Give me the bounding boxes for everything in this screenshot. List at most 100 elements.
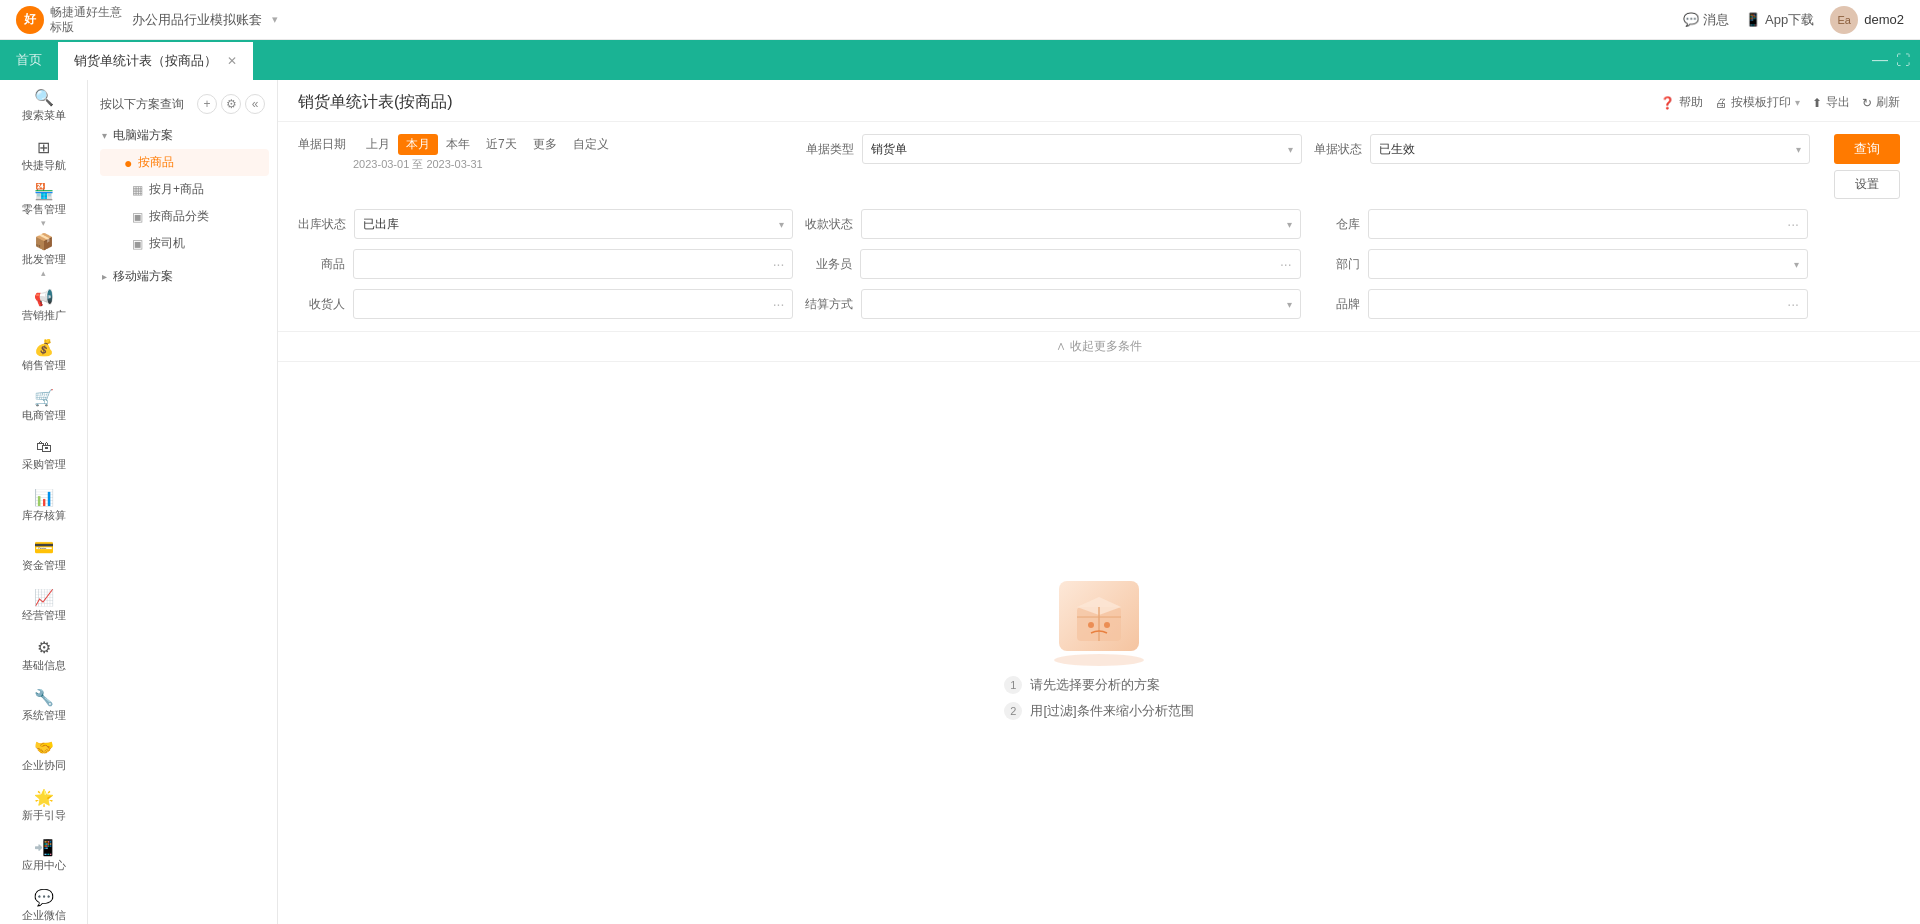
warehouse-out-control[interactable]: 已出库 ▾: [354, 209, 793, 239]
user-profile[interactable]: Ea demo2: [1830, 6, 1904, 34]
sidebar-system-label: 系统管理: [22, 709, 66, 722]
panel-title: 按以下方案查询: [100, 96, 184, 113]
sidebar-item-newbie[interactable]: 🌟 新手引导: [0, 780, 87, 830]
sidebar-search[interactable]: 🔍 搜索菜单: [0, 80, 87, 130]
payment-control[interactable]: ▾: [861, 289, 1300, 319]
sub-child-product-category[interactable]: ▣ 按商品分类: [96, 203, 269, 230]
top-header: 好 畅捷通好生意 标版 办公用品行业模拟账套 ▾ 💬 消息 📱 App下载 Ea…: [0, 0, 1920, 40]
collapse-label: ∧ 收起更多条件: [1056, 339, 1141, 353]
doc-status-control[interactable]: 已生效 ▾: [1370, 134, 1810, 164]
industry-label[interactable]: 办公用品行业模拟账套: [132, 11, 262, 29]
sub-child-driver[interactable]: ▣ 按司机: [96, 230, 269, 257]
filter-row-1-fields: 单据日期 上月 本月 本年 近7天 更多 自定义: [298, 134, 1810, 172]
help-button[interactable]: ❓ 帮助: [1660, 94, 1703, 111]
goods-dots: ···: [773, 256, 785, 272]
tree-parent-desktop[interactable]: ▾ 电脑端方案: [96, 122, 269, 149]
template-print-button[interactable]: 🖨 按模板打印 ▾: [1715, 94, 1800, 111]
sales-icon: 💰: [34, 338, 54, 357]
sidebar-item-retail[interactable]: 🏪 零售管理 ▾: [0, 180, 87, 230]
sidebar-item-system[interactable]: 🔧 系统管理: [0, 680, 87, 730]
sidebar-item-wholesale[interactable]: 📦 批发管理 ▴: [0, 230, 87, 280]
warehouse-control[interactable]: ···: [1368, 209, 1808, 239]
tree-child-by-product[interactable]: ● 按商品: [100, 149, 269, 176]
tree-parent-mobile[interactable]: ▸ 移动端方案: [96, 263, 269, 290]
header-left: 好 畅捷通好生意 标版 办公用品行业模拟账套 ▾: [16, 5, 278, 34]
logo-icon: 好: [16, 6, 44, 34]
content-area: 按以下方案查询 + ⚙ « ▾ 电脑端方案: [88, 80, 1920, 924]
panel-add-btn[interactable]: +: [197, 94, 217, 114]
maximize-icon[interactable]: ⛶: [1896, 52, 1910, 68]
message-label: 消息: [1703, 11, 1729, 29]
sidebar-item-purchase[interactable]: 🛍 采购管理: [0, 430, 87, 480]
filter-warehouse-out-field: 出库状态 已出库 ▾: [298, 209, 793, 239]
sidebar-item-ecom[interactable]: 🛒 电商管理: [0, 380, 87, 430]
app-download-button[interactable]: 📱 App下载: [1745, 11, 1814, 29]
department-control[interactable]: ▾: [1368, 249, 1808, 279]
sidebar-item-basic[interactable]: ⚙ 基础信息: [0, 630, 87, 680]
salesman-control[interactable]: ···: [860, 249, 1300, 279]
logo-area: 好 畅捷通好生意 标版: [16, 5, 122, 34]
purchase-icon: 🛍: [36, 438, 52, 456]
corp-icon: 🤝: [34, 738, 54, 757]
sidebar-item-apps[interactable]: 📲 应用中心: [0, 830, 87, 880]
date-tab-7days[interactable]: 近7天: [478, 134, 525, 155]
receiver-control[interactable]: ···: [353, 289, 793, 319]
goods-label: 商品: [298, 256, 353, 273]
tab-home[interactable]: 首页: [0, 40, 58, 80]
receipt-status-control[interactable]: ▾: [861, 209, 1300, 239]
message-button[interactable]: 💬 消息: [1683, 11, 1729, 29]
product-category-icon: ▣: [132, 210, 143, 224]
brand-dots: ···: [1787, 296, 1799, 312]
warehouse-label: 仓库: [1313, 216, 1368, 233]
payment-label: 结算方式: [805, 296, 861, 313]
sidebar-item-wechat[interactable]: 💬 企业微信: [0, 880, 87, 924]
date-tab-last-month[interactable]: 上月: [358, 134, 398, 155]
panel-settings-btn[interactable]: ⚙: [221, 94, 241, 114]
sidebar-wholesale-label: 批发管理: [22, 253, 66, 266]
panel-collapse-btn[interactable]: «: [245, 94, 265, 114]
sidebar-item-stock[interactable]: 📊 库存核算: [0, 480, 87, 530]
print-dropdown-arrow: ▾: [1795, 97, 1800, 108]
date-tab-this-month[interactable]: 本月: [398, 134, 438, 155]
empty-hint-2: 2 用[过滤]条件来缩小分析范围: [1004, 702, 1193, 720]
date-tab-this-year[interactable]: 本年: [438, 134, 478, 155]
minimize-icon[interactable]: —: [1872, 51, 1888, 69]
sub-child-month-product[interactable]: ▦ 按月+商品: [96, 176, 269, 203]
date-range-row: 2023-03-01 至 2023-03-31: [298, 157, 794, 172]
refresh-button[interactable]: ↻ 刷新: [1862, 94, 1900, 111]
svg-point-4: [1088, 622, 1094, 628]
sidebar-item-marketing[interactable]: 📢 营销推广: [0, 280, 87, 330]
date-tab-more[interactable]: 更多: [525, 134, 565, 155]
sidebar-quick-nav-label: 快捷导航: [22, 159, 66, 172]
by-product-icon: ●: [124, 155, 132, 171]
query-button[interactable]: 查询: [1834, 134, 1900, 164]
filter-goods-field: 商品 ···: [298, 249, 793, 279]
doc-type-control[interactable]: 销货单 ▾: [862, 134, 1302, 164]
filter-warehouse-field: 仓库 ···: [1313, 209, 1808, 239]
warehouse-dots: ···: [1787, 216, 1799, 232]
sidebar-item-sales[interactable]: 💰 销售管理: [0, 330, 87, 380]
date-tab-custom[interactable]: 自定义: [565, 134, 617, 155]
sidebar-quick-nav[interactable]: ⊞ 快捷导航: [0, 130, 87, 180]
empty-icon-box: [1059, 581, 1139, 651]
tab-close-button[interactable]: ✕: [227, 54, 237, 68]
tree-arrow-desktop: ▾: [102, 130, 107, 141]
avatar: Ea: [1830, 6, 1858, 34]
filter-settings-button[interactable]: 设置: [1834, 170, 1900, 199]
sidebar-item-corp[interactable]: 🤝 企业协同: [0, 730, 87, 780]
brand-control[interactable]: ···: [1368, 289, 1808, 319]
sidebar-item-finance[interactable]: 💳 资金管理: [0, 530, 87, 580]
goods-control[interactable]: ···: [353, 249, 793, 279]
filter-brand-field: 品牌 ···: [1313, 289, 1808, 319]
industry-dropdown-arrow[interactable]: ▾: [272, 13, 278, 26]
tree-mobile-label: 移动端方案: [113, 268, 173, 285]
collapse-bar[interactable]: ∧ 收起更多条件: [278, 332, 1920, 362]
driver-icon: ▣: [132, 237, 143, 251]
doc-status-value: 已生效: [1379, 141, 1415, 158]
retail-icon: 🏪: [34, 182, 54, 201]
sidebar-item-ops[interactable]: 📈 经营管理: [0, 580, 87, 630]
export-button[interactable]: ⬆ 导出: [1812, 94, 1850, 111]
message-icon: 💬: [1683, 12, 1699, 27]
tab-sales-stat[interactable]: 销货单统计表（按商品） ✕: [58, 40, 253, 80]
panel-actions: + ⚙ «: [197, 94, 265, 114]
